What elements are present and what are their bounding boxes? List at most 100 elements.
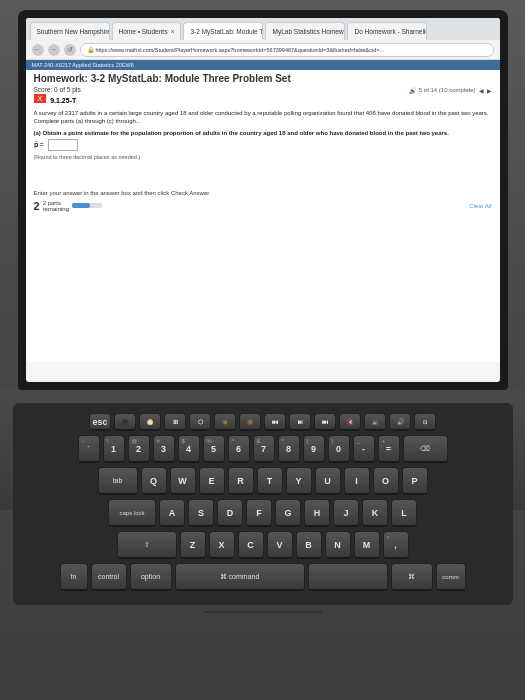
key-f1[interactable]: 🌑 xyxy=(114,413,136,431)
key-z[interactable]: Z xyxy=(180,531,206,559)
key-i[interactable]: I xyxy=(344,467,370,495)
key-f3[interactable]: ⊞ xyxy=(164,413,186,431)
tab-close-icon[interactable]: × xyxy=(170,28,174,35)
key-fn[interactable]: fn xyxy=(60,563,88,591)
browser-toolbar: ← → ↺ 🔒 https://www.mathxl.com/Student/P… xyxy=(26,40,500,60)
screen-bezel: Southern New Hampshire Uni... × Home • S… xyxy=(18,10,508,390)
tab-snhu[interactable]: Southern New Hampshire Uni... × xyxy=(30,22,110,40)
key-y[interactable]: Y xyxy=(286,467,312,495)
nav-prev-icon[interactable]: ◀ xyxy=(479,87,484,94)
key-m[interactable]: M xyxy=(354,531,380,559)
answer-input[interactable] xyxy=(48,139,78,151)
parts-remaining: 2 2 parts remaining xyxy=(34,200,102,212)
tab-label: 3-2 MyStatLab: Module Thre... xyxy=(190,28,263,35)
key-f5[interactable]: 🔅 xyxy=(214,413,236,431)
key-command-left[interactable]: ⌘ command xyxy=(175,563,305,591)
tab-dohw[interactable]: Do Homework - Sharnelle Bon... × xyxy=(347,22,427,40)
key-7[interactable]: &7 xyxy=(253,435,275,463)
key-u[interactable]: U xyxy=(315,467,341,495)
key-touch-id[interactable]: ⊡ xyxy=(414,413,436,431)
key-3[interactable]: #3 xyxy=(153,435,175,463)
key-backtick[interactable]: ~` xyxy=(78,435,100,463)
key-n[interactable]: N xyxy=(325,531,351,559)
key-0[interactable]: )0 xyxy=(328,435,350,463)
key-1[interactable]: !1 xyxy=(103,435,125,463)
key-f2[interactable]: 🌕 xyxy=(139,413,161,431)
key-x[interactable]: X xyxy=(209,531,235,559)
key-option[interactable]: option xyxy=(130,563,172,591)
key-6[interactable]: ^6 xyxy=(228,435,250,463)
key-f[interactable]: F xyxy=(246,499,272,527)
forward-button[interactable]: → xyxy=(48,44,60,56)
key-minus[interactable]: _- xyxy=(353,435,375,463)
key-f7[interactable]: ⏮ xyxy=(264,413,286,431)
key-e[interactable]: E xyxy=(199,467,225,495)
url-text: https://www.mathxl.com/Student/PlayerHom… xyxy=(96,47,385,53)
key-tab[interactable]: tab xyxy=(98,467,138,495)
key-comm[interactable]: comm xyxy=(436,563,466,591)
key-f8[interactable]: ⏯ xyxy=(289,413,311,431)
progress-nav: 🔊 5 of 14 (10 complete) ◀ ▶ xyxy=(409,87,492,94)
key-b[interactable]: B xyxy=(296,531,322,559)
key-p[interactable]: P xyxy=(402,467,428,495)
key-caps-lock[interactable]: caps lock xyxy=(108,499,156,527)
bottom-key-row: fn control option ⌘ command ⌘ comm xyxy=(21,563,505,591)
key-f9[interactable]: ⏭ xyxy=(314,413,336,431)
key-left-shift[interactable]: ⇧ xyxy=(117,531,177,559)
enter-answer-text: Enter your answer in the answer box and … xyxy=(34,190,492,196)
key-comma[interactable]: <, xyxy=(383,531,409,559)
key-g[interactable]: G xyxy=(275,499,301,527)
homework-title: Homework: 3-2 MyStatLab: Module Three Pr… xyxy=(34,73,492,84)
key-f12[interactable]: 🔊 xyxy=(389,413,411,431)
key-f11[interactable]: 🔉 xyxy=(364,413,386,431)
key-q[interactable]: Q xyxy=(141,467,167,495)
tab-mystatlab[interactable]: 3-2 MyStatLab: Module Thre... × xyxy=(183,22,263,40)
tab-mylab[interactable]: MyLab Statistics Homework -... × xyxy=(265,22,345,40)
key-4[interactable]: $4 xyxy=(178,435,200,463)
key-r[interactable]: R xyxy=(228,467,254,495)
key-o[interactable]: O xyxy=(373,467,399,495)
score-progress-row: Score: 0 of 5 pts 🔊 5 of 14 (10 complete… xyxy=(34,86,492,94)
refresh-button[interactable]: ↺ xyxy=(64,44,76,56)
key-d[interactable]: D xyxy=(217,499,243,527)
key-esc[interactable]: esc xyxy=(89,413,111,431)
sub-question-a: (a) Obtain a point estimate for the popu… xyxy=(34,130,492,136)
key-a[interactable]: A xyxy=(159,499,185,527)
key-space[interactable] xyxy=(308,563,388,591)
key-8[interactable]: *8 xyxy=(278,435,300,463)
problem-text: A survey of 2317 adults in a certain lar… xyxy=(34,109,492,126)
key-w[interactable]: W xyxy=(170,467,196,495)
asdf-row: caps lock A S D F G H J K L xyxy=(21,499,505,527)
key-5[interactable]: %5 xyxy=(203,435,225,463)
back-button[interactable]: ← xyxy=(32,44,44,56)
progress-bar-container xyxy=(72,203,102,208)
key-f4[interactable]: ⬡ xyxy=(189,413,211,431)
key-j[interactable]: J xyxy=(333,499,359,527)
key-2[interactable]: @2 xyxy=(128,435,150,463)
key-t[interactable]: T xyxy=(257,467,283,495)
key-k[interactable]: K xyxy=(362,499,388,527)
page-content: MAT-240-X6217 Applied Statistics 20EW6 H… xyxy=(26,60,500,362)
key-equals[interactable]: += xyxy=(378,435,400,463)
progress-bar-fill xyxy=(72,203,90,208)
tab-label: Home • Students xyxy=(119,28,168,35)
key-c[interactable]: C xyxy=(238,531,264,559)
key-control[interactable]: control xyxy=(91,563,127,591)
key-f10[interactable]: 🔇 xyxy=(339,413,361,431)
key-9[interactable]: (9 xyxy=(303,435,325,463)
trackpad[interactable] xyxy=(203,611,323,613)
key-s[interactable]: S xyxy=(188,499,214,527)
keyboard: esc 🌑 🌕 ⊞ ⬡ 🔅 🔆 ⏮ ⏯ ⏭ 🔇 🔉 🔊 ⊡ ~` !1 @2 xyxy=(13,403,513,605)
key-l[interactable]: L xyxy=(391,499,417,527)
key-f6[interactable]: 🔆 xyxy=(239,413,261,431)
key-delete[interactable]: ⌫ xyxy=(403,435,448,463)
clear-all-button[interactable]: Clear All xyxy=(469,203,491,209)
key-v[interactable]: V xyxy=(267,531,293,559)
key-h[interactable]: H xyxy=(304,499,330,527)
problem-id: 9.1.25-T xyxy=(50,97,76,104)
nav-next-icon[interactable]: ▶ xyxy=(487,87,492,94)
key-command-right[interactable]: ⌘ xyxy=(391,563,433,591)
tab-home[interactable]: Home • Students × xyxy=(112,22,182,40)
address-bar[interactable]: 🔒 https://www.mathxl.com/Student/PlayerH… xyxy=(80,43,494,57)
course-title: MAT-240-X6217 Applied Statistics 20EW6 xyxy=(26,60,500,70)
